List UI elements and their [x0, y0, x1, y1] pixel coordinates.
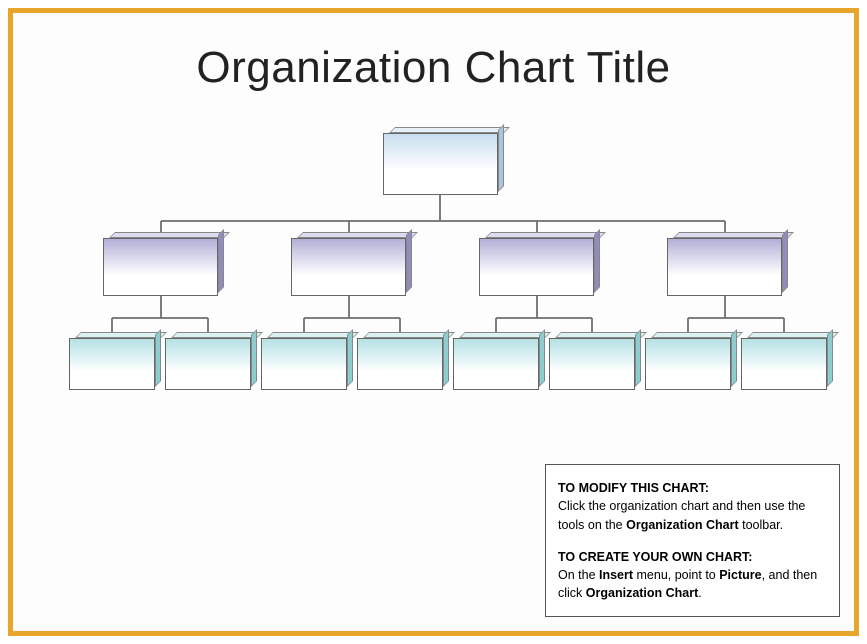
- org-leaf-box-1[interactable]: [69, 338, 155, 390]
- org-mid-box-4[interactable]: [667, 238, 782, 296]
- org-mid-box-2[interactable]: [291, 238, 406, 296]
- instruction-box: TO MODIFY THIS CHART: Click the organiza…: [545, 464, 840, 617]
- org-leaf-box-6[interactable]: [549, 338, 635, 390]
- org-leaf-box-7[interactable]: [645, 338, 731, 390]
- org-mid-box-1[interactable]: [103, 238, 218, 296]
- org-leaf-box-4[interactable]: [357, 338, 443, 390]
- slide-frame: Organization Chart Title: [8, 8, 859, 636]
- org-root-box[interactable]: [383, 133, 498, 195]
- org-leaf-box-3[interactable]: [261, 338, 347, 390]
- org-mid-box-3[interactable]: [479, 238, 594, 296]
- org-leaf-box-8[interactable]: [741, 338, 827, 390]
- create-heading: TO CREATE YOUR OWN CHART:: [558, 550, 752, 564]
- org-leaf-box-2[interactable]: [165, 338, 251, 390]
- modify-heading: TO MODIFY THIS CHART:: [558, 481, 709, 495]
- org-leaf-box-5[interactable]: [453, 338, 539, 390]
